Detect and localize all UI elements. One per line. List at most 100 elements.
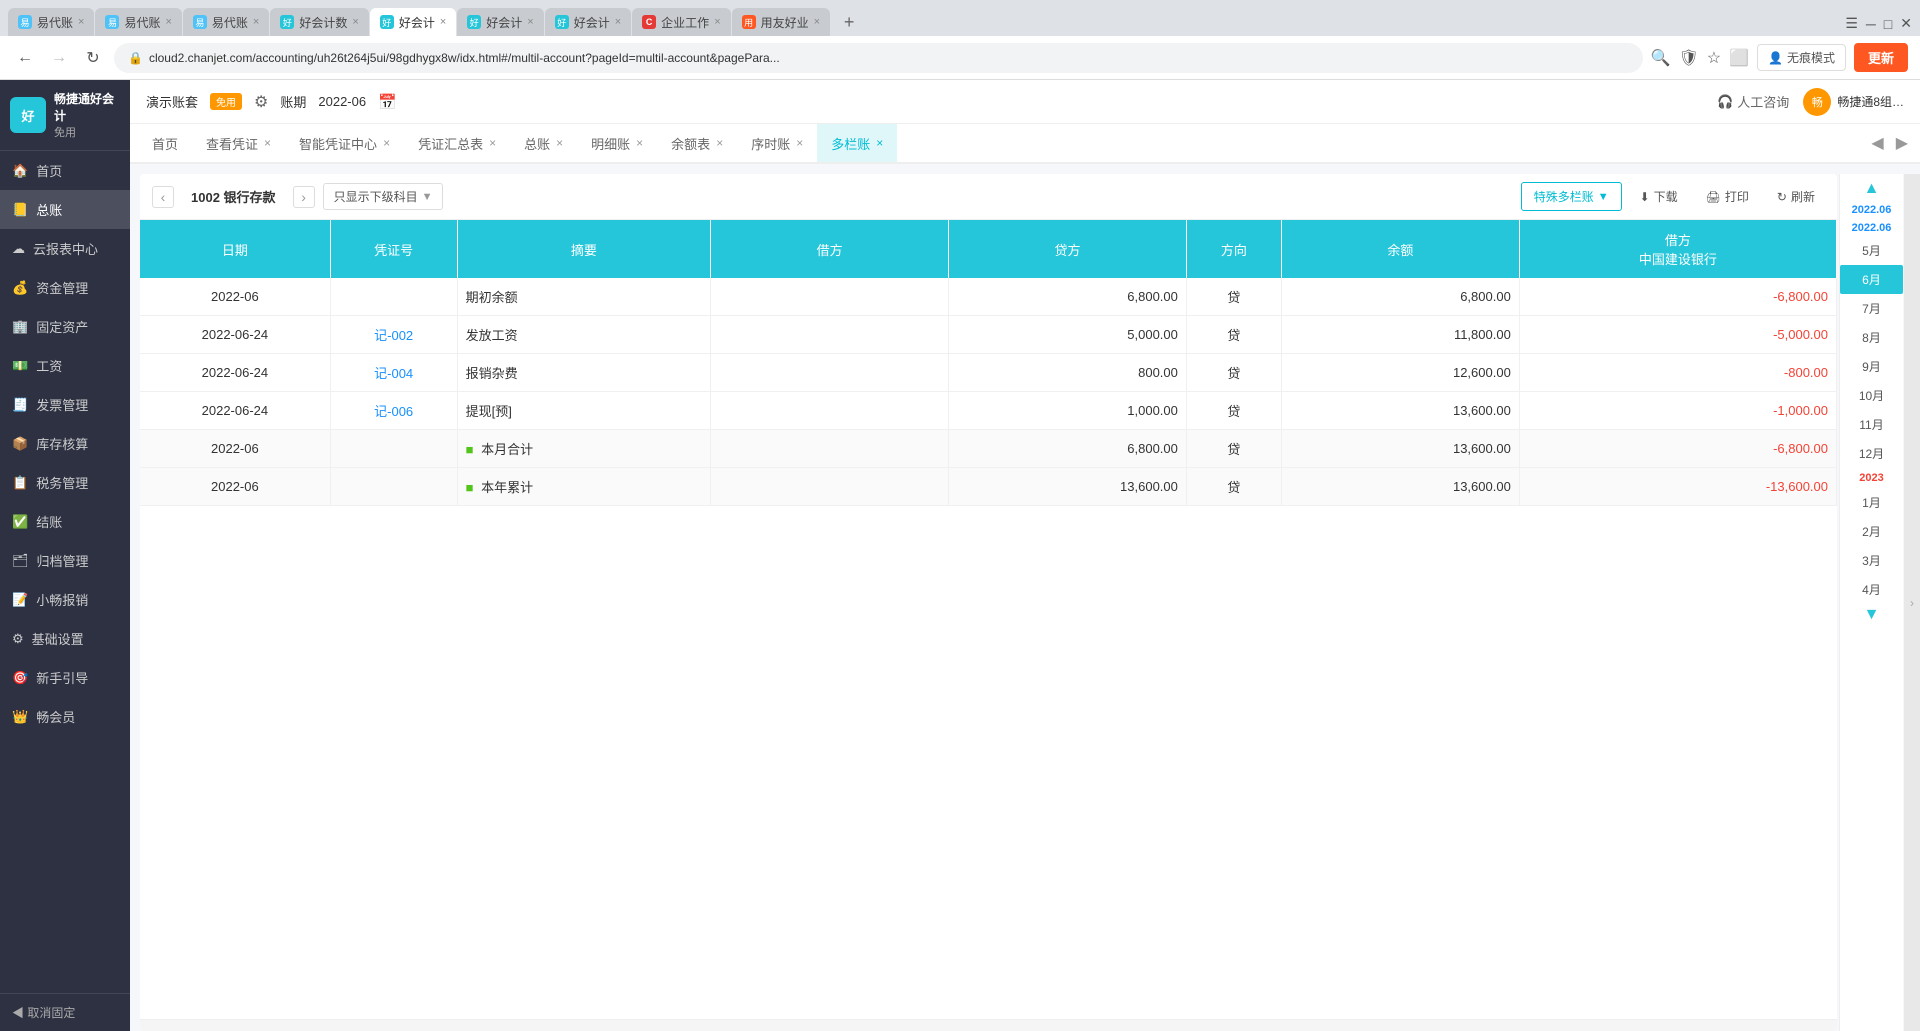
tab-summary-close[interactable]: × (489, 136, 496, 150)
download-btn[interactable]: ⬇ 下载 (1630, 183, 1688, 210)
month-nav-2023-3[interactable]: 3月 (1840, 546, 1903, 575)
url-input[interactable]: 🔒 cloud2.chanjet.com/accounting/uh26t264… (114, 43, 1643, 73)
tab-close[interactable]: × (527, 16, 533, 28)
month-nav-scroll-up[interactable]: ▲ (1862, 178, 1882, 200)
tab-general-ledger[interactable]: 总账 × (510, 124, 577, 164)
tab-multi-close[interactable]: × (876, 136, 883, 150)
refresh-btn[interactable]: ↻ 刷新 (1767, 183, 1825, 210)
tab-gl-close[interactable]: × (556, 136, 563, 150)
sidebar-item-settings[interactable]: ⚙ 基础设置 (0, 619, 130, 658)
close-window-btn[interactable]: ✕ (1900, 15, 1912, 32)
sidebar-item-close[interactable]: ✅ 结账 (0, 502, 130, 541)
sidebar-item-tax[interactable]: 📋 税务管理 (0, 463, 130, 502)
maximize-btn[interactable]: □ (1884, 16, 1892, 32)
tab-close[interactable]: × (440, 16, 446, 28)
minimize-btn[interactable]: ─ (1866, 16, 1876, 32)
new-tab-btn[interactable]: + (835, 8, 863, 36)
sidebar-item-guide[interactable]: 🎯 新手引导 (0, 658, 130, 697)
month-nav-7[interactable]: 7月 (1840, 294, 1903, 323)
tab-voucher-summary[interactable]: 凭证汇总表 × (404, 124, 510, 164)
tab-close[interactable]: × (714, 16, 720, 28)
month-nav-2023-4[interactable]: 4月 (1840, 575, 1903, 604)
print-btn[interactable]: 🖨 打印 (1696, 183, 1759, 210)
tab-balance[interactable]: 余额表 × (657, 124, 737, 164)
tab-close[interactable]: × (615, 16, 621, 28)
feature-btn[interactable]: 特殊多栏账 ▼ (1521, 182, 1622, 211)
tab-yidaizhang-3[interactable]: 易 易代账 × (183, 8, 269, 36)
expand-right-btn[interactable]: ▶ (1892, 129, 1912, 157)
sidebar-item-ledger[interactable]: 📒 总账 (0, 190, 130, 229)
sidebar-item-inventory[interactable]: 📦 库存核算 (0, 424, 130, 463)
next-account-btn[interactable]: › (293, 186, 315, 208)
tab-balance-close[interactable]: × (716, 136, 723, 150)
sidebar-item-assets[interactable]: 🏢 固定资产 (0, 307, 130, 346)
sidebar-item-reports[interactable]: ☁ 云报表中心 (0, 229, 130, 268)
tab-yonyou[interactable]: 用 用友好业 × (732, 8, 830, 36)
month-nav-8[interactable]: 8月 (1840, 323, 1903, 352)
tab-close[interactable]: × (253, 16, 259, 28)
tab-multi-column[interactable]: 多栏账 × (817, 124, 897, 164)
tab-close[interactable]: × (165, 16, 171, 28)
tab-smart-voucher[interactable]: 智能凭证中心 × (285, 124, 404, 164)
tab-close[interactable]: × (352, 16, 358, 28)
tab-smart-close[interactable]: × (383, 136, 390, 150)
calendar-icon[interactable]: 📅 (378, 93, 397, 111)
settings-gear-icon[interactable]: ⚙ (254, 92, 268, 112)
voucher-link[interactable]: 记-006 (374, 404, 413, 419)
sidebar-item-archive[interactable]: 🗂 归档管理 (0, 541, 130, 580)
help-btn[interactable]: 🎧 人工咨询 (1717, 92, 1789, 111)
voucher-link[interactable]: 记-002 (374, 328, 413, 343)
tab-journal[interactable]: 序时账 × (737, 124, 817, 164)
forward-btn[interactable]: → (46, 45, 72, 71)
collapse-left-btn[interactable]: ◀ (1867, 129, 1887, 157)
month-nav-11[interactable]: 11月 (1840, 410, 1903, 439)
sidebar-item-salary[interactable]: 💵 工资 (0, 346, 130, 385)
sidebar-item-member[interactable]: 👑 畅会员 (0, 697, 130, 736)
right-collapse-panel[interactable]: › (1904, 174, 1920, 1031)
month-nav-5[interactable]: 5月 (1840, 236, 1903, 265)
unpin-btn[interactable]: ◀ 取消固定 (0, 993, 130, 1031)
month-nav-scroll-down[interactable]: ▼ (1862, 604, 1882, 626)
month-nav-12[interactable]: 12月 (1840, 439, 1903, 468)
month-nav-9[interactable]: 9月 (1840, 352, 1903, 381)
user-info[interactable]: 畅 畅捷通8组… (1803, 88, 1904, 116)
sidebar-toggle-btn[interactable]: ⬜ (1729, 48, 1749, 68)
month-nav-2023-1[interactable]: 1月 (1840, 488, 1903, 517)
tab-haohuiji-active[interactable]: 好 好会计 × (370, 8, 456, 36)
update-btn[interactable]: 更新 (1854, 43, 1908, 72)
tab-close[interactable]: × (814, 16, 820, 28)
sidebar-item-invoice[interactable]: 🧾 发票管理 (0, 385, 130, 424)
reload-btn[interactable]: ↻ (80, 45, 106, 71)
wuhen-mode-btn[interactable]: 👤 无痕模式 (1757, 44, 1846, 71)
tab-haohuiji-3[interactable]: 好 好会计 × (545, 8, 631, 36)
search-btn[interactable]: 🔍 (1651, 48, 1671, 68)
account-code-name[interactable]: 1002 银行存款 (182, 182, 285, 211)
tab-close[interactable]: × (78, 16, 84, 28)
tab-list-btn[interactable]: ☰ (1845, 15, 1858, 32)
tab-detail-close[interactable]: × (636, 136, 643, 150)
tab-voucher-close[interactable]: × (264, 136, 271, 150)
sidebar-item-funds[interactable]: 💰 资金管理 (0, 268, 130, 307)
tab-voucher[interactable]: 查看凭证 × (192, 124, 285, 164)
month-nav-2023-2[interactable]: 2月 (1840, 517, 1903, 546)
sidebar-item-expense[interactable]: 📝 小畅报销 (0, 580, 130, 619)
period-value[interactable]: 2022-06 (318, 94, 366, 109)
tab-haohuiji-2[interactable]: 好 好会计 × (457, 8, 543, 36)
tab-haohuiji-1[interactable]: 好 好会计数 × (270, 8, 368, 36)
tab-journal-close[interactable]: × (796, 136, 803, 150)
sidebar-item-home[interactable]: 🏠 首页 (0, 151, 130, 190)
back-btn[interactable]: ← (12, 45, 38, 71)
horizontal-scrollbar[interactable] (140, 1019, 1837, 1031)
tab-enterprise[interactable]: C 企业工作 × (632, 8, 730, 36)
tab-detail-ledger[interactable]: 明细账 × (577, 124, 657, 164)
tab-home[interactable]: 首页 (138, 124, 192, 164)
sub-account-filter[interactable]: 只显示下级科目 ▼ (323, 183, 444, 210)
month-nav-6[interactable]: 6月 (1840, 265, 1903, 294)
tab-yidaizhang-2[interactable]: 易 易代账 × (95, 8, 181, 36)
month-nav-10[interactable]: 10月 (1840, 381, 1903, 410)
star-btn[interactable]: ☆ (1707, 48, 1721, 68)
tab-yidaizhang-1[interactable]: 易 易代账 × (8, 8, 94, 36)
month-nav-year-2023: 2023 (1840, 468, 1903, 488)
prev-account-btn[interactable]: ‹ (152, 186, 174, 208)
voucher-link[interactable]: 记-004 (374, 366, 413, 381)
